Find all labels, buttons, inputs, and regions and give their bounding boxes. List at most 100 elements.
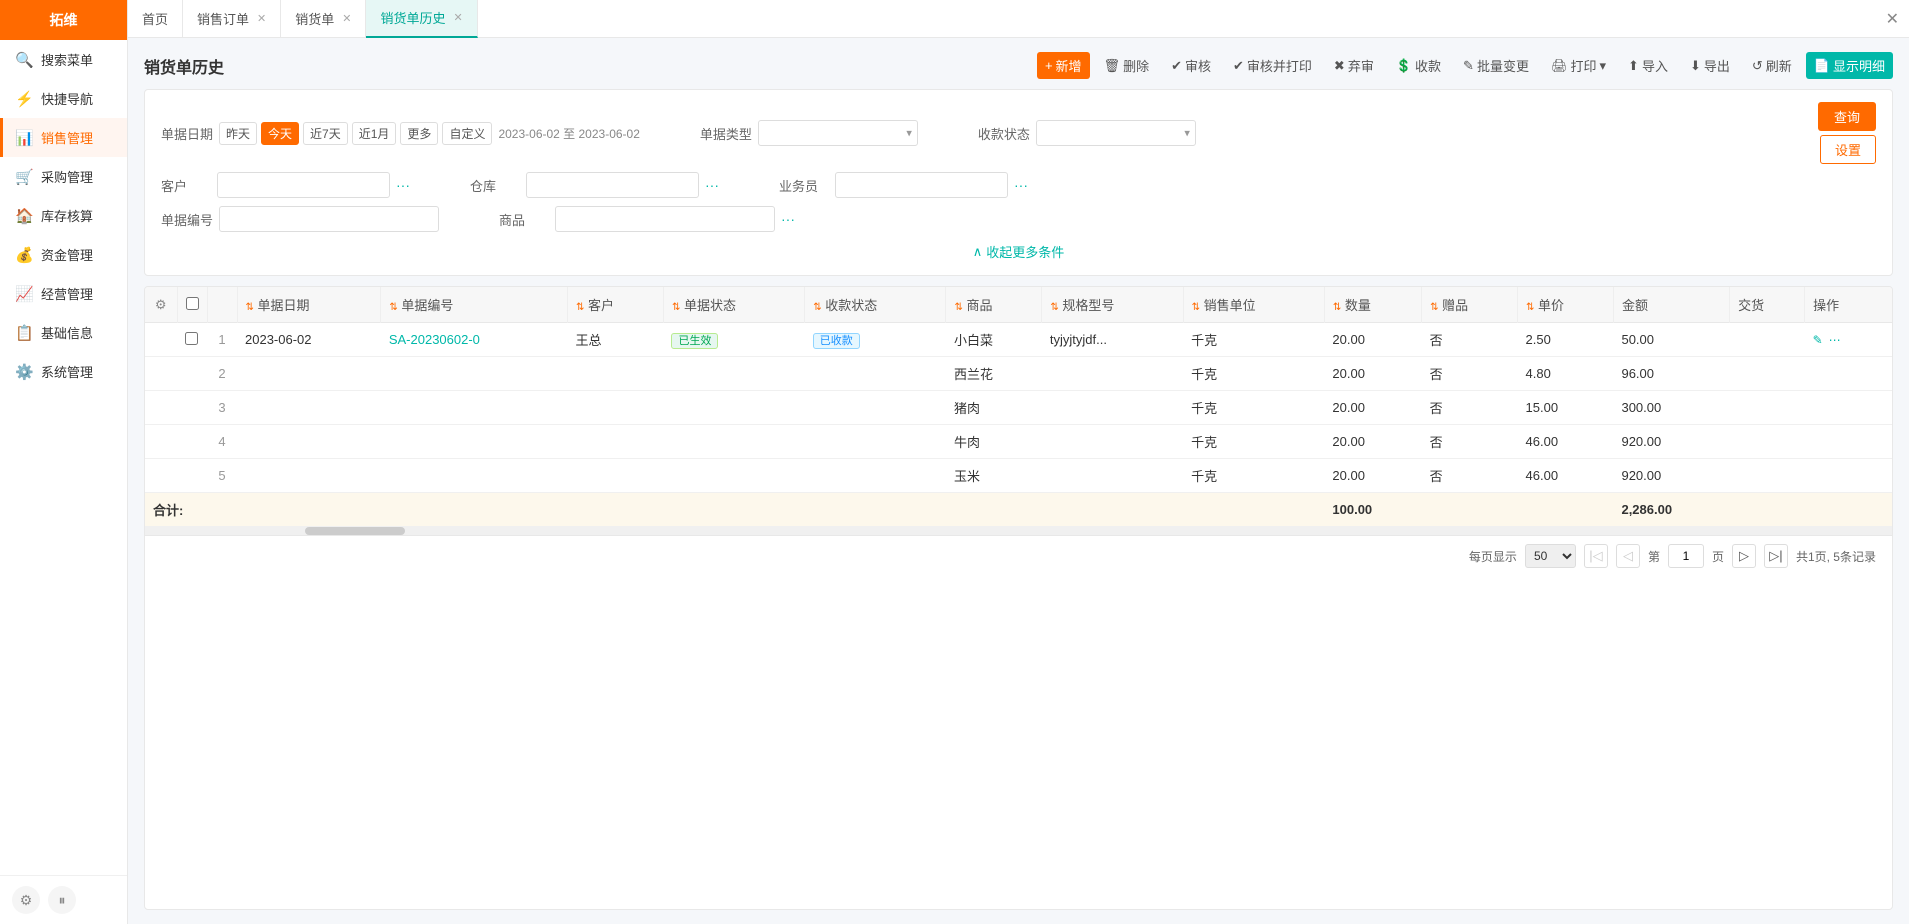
filter-goods: 商品 ··· [499, 206, 795, 232]
sidebar-item-label-operation: 经营管理 [41, 284, 93, 303]
tab-sales-goods[interactable]: 销货单 ✕ [281, 0, 366, 38]
date-btn-more[interactable]: 更多 [400, 122, 438, 145]
sidebar-item-search[interactable]: 🔍 搜索菜单 [0, 40, 127, 79]
tab-sales-order[interactable]: 销售订单 ✕ [183, 0, 281, 38]
query-button[interactable]: 查询 [1818, 102, 1876, 131]
batch-change-label: 批量变更 [1477, 56, 1529, 75]
col-customer[interactable]: ⇅ 客户 [568, 287, 664, 323]
date-btn-7days[interactable]: 近7天 [303, 122, 348, 145]
select-all-checkbox[interactable] [186, 297, 199, 310]
collapse-label: 收起更多条件 [986, 242, 1064, 261]
customer-ellipsis[interactable]: ··· [396, 177, 410, 193]
doc-type-select[interactable] [758, 120, 918, 146]
settings-button[interactable]: 设置 [1820, 135, 1876, 164]
new-button[interactable]: + 新增 [1037, 52, 1090, 79]
row-checkbox[interactable] [185, 332, 198, 345]
row-num-2: 3 [207, 391, 237, 425]
sidebar-item-finance[interactable]: 💰 资金管理 [0, 235, 127, 274]
filter-doc-no: 单据编号 [161, 206, 439, 232]
warehouse-ellipsis[interactable]: ··· [705, 177, 719, 193]
sidebar-item-quick[interactable]: ⚡ 快捷导航 [0, 79, 127, 118]
export-button[interactable]: ⬇ 导出 [1682, 52, 1738, 79]
tab-home[interactable]: 首页 [128, 0, 183, 38]
scrollbar-thumb[interactable] [305, 527, 405, 535]
customer-input[interactable] [217, 172, 390, 198]
abandon-button[interactable]: ✖ 弃审 [1326, 52, 1382, 79]
print-button[interactable]: 🖨 打印 ▾ [1543, 52, 1614, 79]
doc-status-badge: 已生效 [671, 333, 718, 349]
doc-type-select-wrap [758, 120, 918, 146]
salesman-ellipsis[interactable]: ··· [1014, 177, 1028, 193]
table-row: 5 玉米 千克 20.00 否 46.00 920.00 [145, 459, 1892, 493]
salesman-input[interactable] [835, 172, 1008, 198]
page-number-input[interactable] [1668, 544, 1704, 568]
audit-print-button[interactable]: ✔ 审核并打印 [1225, 52, 1320, 79]
row-action-0: ✎⋯ [1805, 323, 1892, 357]
collect-button[interactable]: 💲 收款 [1388, 52, 1449, 79]
date-btn-yesterday[interactable]: 昨天 [219, 122, 257, 145]
row-trade-2 [1730, 391, 1805, 425]
sidebar-settings-btn[interactable]: ⚙ [12, 886, 40, 914]
edit-action[interactable]: ✎ [1813, 333, 1823, 347]
row-gift-2: 否 [1422, 391, 1518, 425]
row-doc-no-0[interactable]: SA-20230602-0 [381, 323, 568, 357]
collapse-btn[interactable]: ∧ 收起更多条件 [161, 240, 1876, 263]
col-goods[interactable]: ⇅ 商品 [946, 287, 1042, 323]
sidebar-item-inventory[interactable]: 🏠 库存核算 [0, 196, 127, 235]
tabs-bar-close-all[interactable]: ✕ [1886, 9, 1909, 29]
summary-price-spacer [1518, 493, 1614, 527]
col-doc-no[interactable]: ⇅ 单据编号 [381, 287, 568, 323]
date-btn-custom[interactable]: 自定义 [442, 122, 492, 145]
sort-icon-goods: ⇅ [954, 302, 962, 313]
col-payment-status[interactable]: ⇅ 收款状态 [805, 287, 946, 323]
tab-sales-goods-close[interactable]: ✕ [342, 12, 351, 25]
tab-sales-history-close[interactable]: ✕ [454, 11, 463, 24]
col-qty[interactable]: ⇅ 数量 [1324, 287, 1421, 323]
scrollbar-area[interactable] [145, 527, 1892, 535]
sidebar-item-operation[interactable]: 📈 经营管理 [0, 274, 127, 313]
row-spec-0: tyjyjtyjdf... [1042, 323, 1183, 357]
col-price[interactable]: ⇅ 单价 [1518, 287, 1614, 323]
sidebar-item-basic[interactable]: 📋 基础信息 [0, 313, 127, 352]
tab-sales-order-close[interactable]: ✕ [257, 12, 266, 25]
sidebar-item-system[interactable]: ⚙️ 系统管理 [0, 352, 127, 391]
last-page-btn[interactable]: ▷| [1764, 544, 1788, 568]
row-settings-3 [145, 425, 177, 459]
date-btn-1month[interactable]: 近1月 [352, 122, 397, 145]
import-button[interactable]: ⬆ 导入 [1620, 52, 1676, 79]
sidebar-item-purchase[interactable]: 🛒 采购管理 [0, 157, 127, 196]
sidebar-item-label-inventory: 库存核算 [41, 206, 93, 225]
date-btn-today[interactable]: 今天 [261, 122, 299, 145]
batch-change-button[interactable]: ✎ 批量变更 [1455, 52, 1537, 79]
refresh-button[interactable]: ↺ 刷新 [1744, 52, 1800, 79]
goods-ellipsis[interactable]: ··· [781, 211, 795, 227]
tab-sales-history[interactable]: 销货单历史 ✕ [366, 0, 477, 38]
col-unit[interactable]: ⇅ 销售单位 [1183, 287, 1324, 323]
prev-page-btn[interactable]: ◁ [1616, 544, 1640, 568]
doc-no-input[interactable] [219, 206, 439, 232]
col-doc-status[interactable]: ⇅ 单据状态 [663, 287, 804, 323]
delete-button[interactable]: 🗑 删除 [1096, 52, 1158, 79]
warehouse-input[interactable] [526, 172, 699, 198]
col-settings[interactable]: ⚙ [145, 287, 177, 323]
sidebar-item-sales[interactable]: 📊 销售管理 [0, 118, 127, 157]
col-spec[interactable]: ⇅ 规格型号 [1042, 287, 1183, 323]
row-doc-date-0: 2023-06-02 [237, 323, 381, 357]
next-page-btn[interactable]: ▷ [1732, 544, 1756, 568]
export-label: 导出 [1704, 56, 1730, 75]
page-size-select[interactable]: 50 100 200 [1525, 544, 1576, 568]
show-detail-button[interactable]: 📄 显示明细 [1806, 52, 1893, 79]
sidebar-collapse-btn[interactable]: ⏸ [48, 886, 76, 914]
payment-status-select[interactable] [1036, 120, 1196, 146]
goods-input[interactable] [555, 206, 775, 232]
col-doc-date[interactable]: ⇅ 单据日期 [237, 287, 381, 323]
row-qty-4: 20.00 [1324, 459, 1421, 493]
first-page-btn[interactable]: |◁ [1584, 544, 1608, 568]
filter-payment-status: 收款状态 [978, 120, 1196, 146]
col-gift[interactable]: ⇅ 赠品 [1422, 287, 1518, 323]
payment-status-label: 收款状态 [978, 124, 1030, 143]
more-action[interactable]: ⋯ [1829, 333, 1841, 347]
finance-icon: 💰 [15, 246, 33, 264]
audit-icon: ✔ [1171, 58, 1182, 74]
audit-button[interactable]: ✔ 审核 [1163, 52, 1219, 79]
